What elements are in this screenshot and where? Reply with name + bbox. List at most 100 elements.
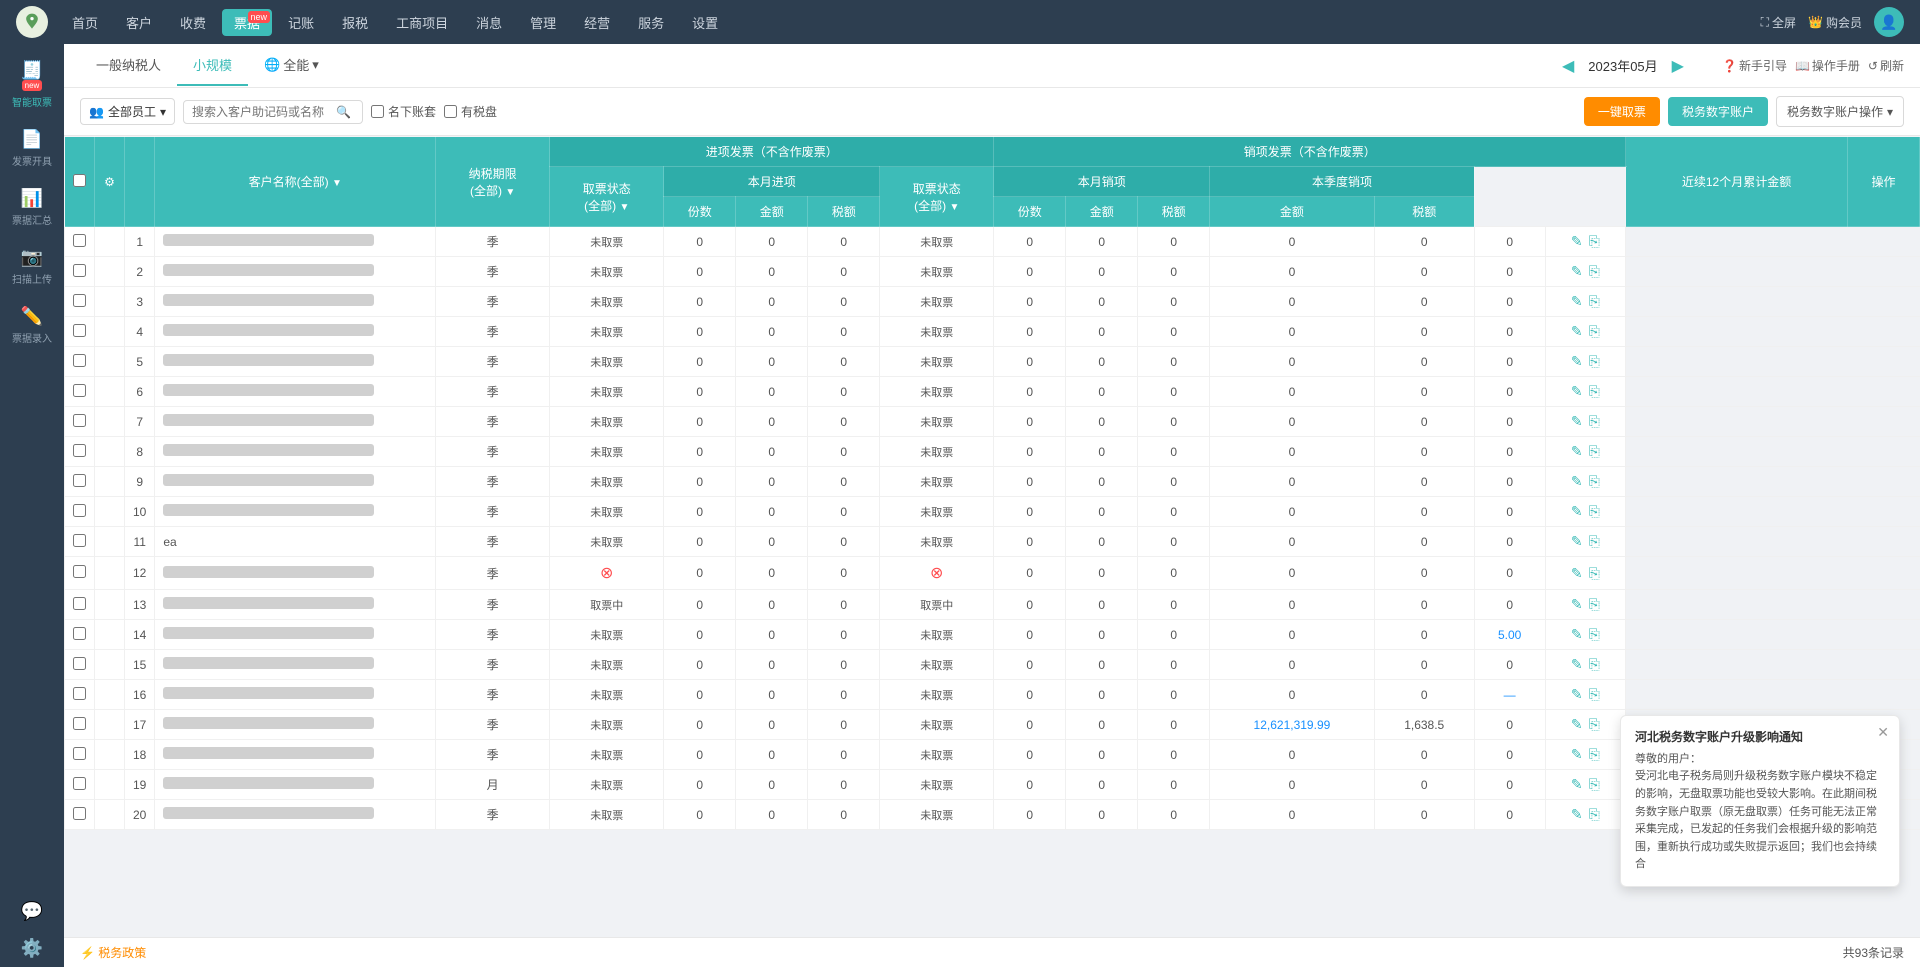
edit-icon[interactable]: ✎: [1571, 596, 1583, 613]
tax-policy-link[interactable]: ⚡ 税务政策: [80, 944, 146, 961]
copy-icon[interactable]: ⎘: [1589, 383, 1600, 400]
row-checkbox[interactable]: [73, 444, 86, 457]
nav-item-fee[interactable]: 收费: [168, 9, 218, 36]
edit-icon[interactable]: ✎: [1571, 503, 1583, 520]
digital-account-btn[interactable]: 税务数字账户: [1668, 97, 1768, 126]
checkbox-taxbox[interactable]: 有税盘: [444, 103, 497, 120]
digital-ops-btn[interactable]: 税务数字账户操作 ▾: [1776, 96, 1904, 127]
table-config-icon[interactable]: ⚙: [104, 175, 115, 189]
date-next-btn[interactable]: ▶: [1666, 54, 1690, 78]
nav-item-service[interactable]: 服务: [626, 9, 676, 36]
row-checkbox[interactable]: [73, 687, 86, 700]
nav-item-biz[interactable]: 工商项目: [384, 9, 460, 36]
nav-item-msg[interactable]: 消息: [464, 9, 514, 36]
row-checkbox[interactable]: [73, 597, 86, 610]
sidebar-item-gear[interactable]: ⚙️: [4, 930, 60, 967]
copy-icon[interactable]: ⎘: [1589, 353, 1600, 370]
tab-all[interactable]: 🌐 全能 ▾: [248, 45, 335, 86]
quick-ticket-btn[interactable]: 一键取票: [1584, 97, 1660, 126]
copy-icon[interactable]: ⎘: [1589, 503, 1600, 520]
search-icon[interactable]: 🔍: [336, 105, 351, 119]
row-checkbox[interactable]: [73, 534, 86, 547]
edit-icon[interactable]: ✎: [1571, 413, 1583, 430]
row-checkbox[interactable]: [73, 294, 86, 307]
copy-icon[interactable]: ⎘: [1589, 686, 1600, 703]
row-checkbox[interactable]: [73, 264, 86, 277]
row-checkbox[interactable]: [73, 717, 86, 730]
edit-icon[interactable]: ✎: [1571, 716, 1583, 733]
tab-general[interactable]: 一般纳税人: [80, 45, 177, 86]
sidebar-item-ticket-summary[interactable]: 📊 票据汇总: [4, 180, 60, 235]
copy-icon[interactable]: ⎘: [1589, 263, 1600, 280]
copy-icon[interactable]: ⎘: [1589, 233, 1600, 250]
edit-icon[interactable]: ✎: [1571, 383, 1583, 400]
avatar[interactable]: 👤: [1874, 7, 1904, 37]
copy-icon[interactable]: ⎘: [1589, 656, 1600, 673]
nav-item-ops[interactable]: 经营: [572, 9, 622, 36]
row-checkbox[interactable]: [73, 414, 86, 427]
copy-icon[interactable]: ⎘: [1589, 806, 1600, 823]
nav-item-accounting[interactable]: 记账: [276, 9, 326, 36]
copy-icon[interactable]: ⎘: [1589, 716, 1600, 733]
refresh-btn[interactable]: ↺ 刷新: [1868, 57, 1904, 74]
row-checkbox[interactable]: [73, 354, 86, 367]
row-checkbox[interactable]: [73, 324, 86, 337]
copy-icon[interactable]: ⎘: [1589, 443, 1600, 460]
edit-icon[interactable]: ✎: [1571, 626, 1583, 643]
edit-icon[interactable]: ✎: [1571, 656, 1583, 673]
copy-icon[interactable]: ⎘: [1589, 746, 1600, 763]
edit-icon[interactable]: ✎: [1571, 323, 1583, 340]
row-checkbox[interactable]: [73, 474, 86, 487]
fullscreen-btn[interactable]: ⛶ 全屏: [1761, 14, 1796, 31]
row-checkbox[interactable]: [73, 565, 86, 578]
edit-icon[interactable]: ✎: [1571, 293, 1583, 310]
checkbox-subledger[interactable]: 名下账套: [371, 103, 436, 120]
copy-icon[interactable]: ⎘: [1589, 626, 1600, 643]
copy-icon[interactable]: ⎘: [1589, 596, 1600, 613]
guide-btn[interactable]: ❓ 新手引导: [1722, 57, 1787, 74]
date-prev-btn[interactable]: ◀: [1556, 54, 1580, 78]
sidebar-item-ticket-entry[interactable]: ✏️ 票据录入: [4, 298, 60, 353]
sidebar-item-invoice-open[interactable]: 📄 发票开具: [4, 121, 60, 176]
copy-icon[interactable]: ⎘: [1589, 533, 1600, 550]
member-btn[interactable]: 👑 购会员: [1808, 14, 1862, 31]
row-checkbox[interactable]: [73, 504, 86, 517]
row-checkbox[interactable]: [73, 807, 86, 820]
nav-item-customer[interactable]: 客户: [114, 9, 164, 36]
edit-icon[interactable]: ✎: [1571, 473, 1583, 490]
copy-icon[interactable]: ⎘: [1589, 473, 1600, 490]
row-checkbox[interactable]: [73, 627, 86, 640]
sidebar-item-smart-ticket[interactable]: 🧾 new 智能取票: [4, 52, 60, 117]
notice-close-btn[interactable]: ✕: [1877, 724, 1889, 741]
edit-icon[interactable]: ✎: [1571, 233, 1583, 250]
search-input[interactable]: [192, 105, 332, 119]
sidebar-item-chat[interactable]: 💬: [4, 893, 60, 930]
edit-icon[interactable]: ✎: [1571, 533, 1583, 550]
row-checkbox[interactable]: [73, 657, 86, 670]
row-checkbox[interactable]: [73, 777, 86, 790]
edit-icon[interactable]: ✎: [1571, 746, 1583, 763]
tab-small-scale[interactable]: 小规模: [177, 45, 248, 86]
select-all-checkbox[interactable]: [73, 174, 86, 187]
nav-item-ticket[interactable]: 票据 new: [222, 9, 272, 36]
nav-item-manage[interactable]: 管理: [518, 9, 568, 36]
copy-icon[interactable]: ⎘: [1589, 413, 1600, 430]
edit-icon[interactable]: ✎: [1571, 686, 1583, 703]
nav-item-home[interactable]: 首页: [60, 9, 110, 36]
manual-btn[interactable]: 📖 操作手册: [1795, 57, 1860, 74]
edit-icon[interactable]: ✎: [1571, 353, 1583, 370]
copy-icon[interactable]: ⎘: [1589, 776, 1600, 793]
nav-item-tax[interactable]: 报税: [330, 9, 380, 36]
staff-select[interactable]: 👥 全部员工 ▾: [80, 98, 175, 125]
row-checkbox[interactable]: [73, 384, 86, 397]
copy-icon[interactable]: ⎘: [1589, 293, 1600, 310]
edit-icon[interactable]: ✎: [1571, 565, 1583, 582]
row-checkbox[interactable]: [73, 234, 86, 247]
nav-item-settings[interactable]: 设置: [680, 9, 730, 36]
row-checkbox[interactable]: [73, 747, 86, 760]
edit-icon[interactable]: ✎: [1571, 263, 1583, 280]
sidebar-item-scan-upload[interactable]: 📷 扫描上传: [4, 239, 60, 294]
copy-icon[interactable]: ⎘: [1589, 323, 1600, 340]
edit-icon[interactable]: ✎: [1571, 443, 1583, 460]
edit-icon[interactable]: ✎: [1571, 776, 1583, 793]
